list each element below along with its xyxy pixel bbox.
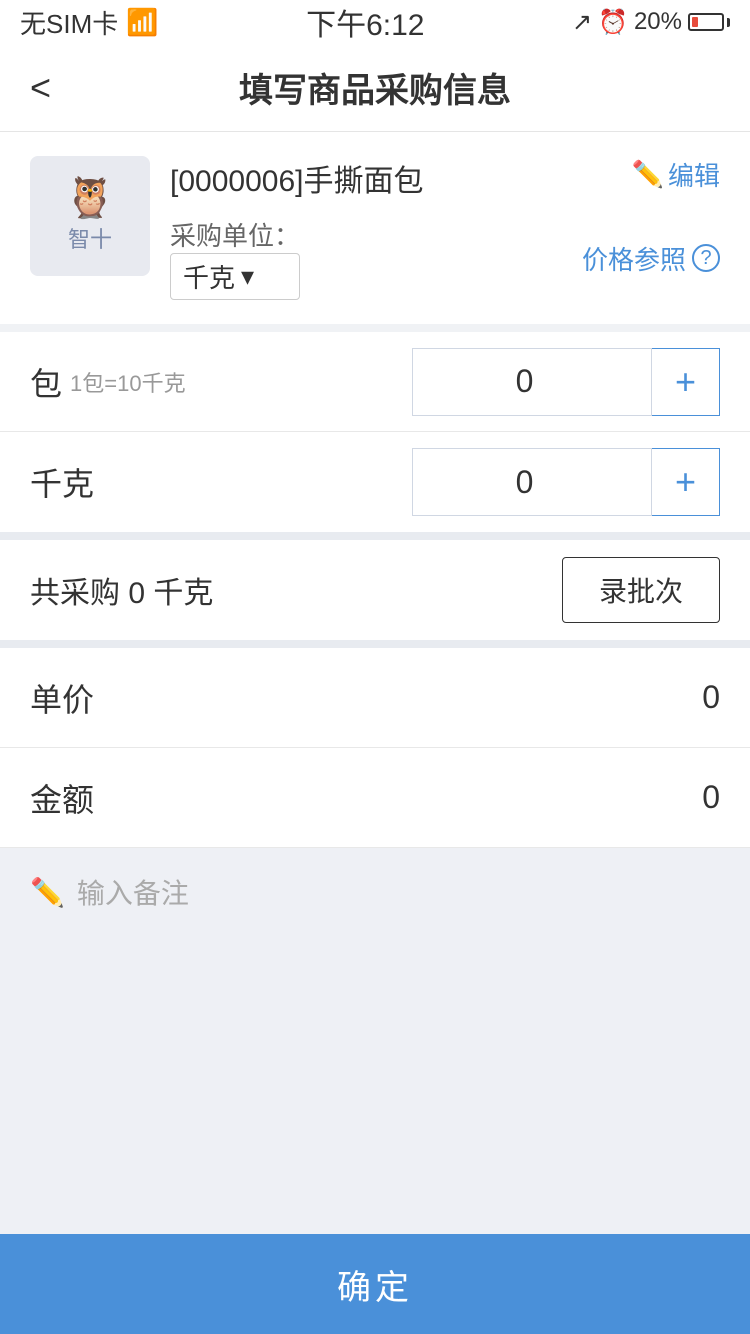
content-body (0, 936, 750, 1256)
status-time: 下午6:12 (306, 0, 424, 44)
edit-button[interactable]: ✏️ 编辑 (632, 156, 720, 193)
bag-sub-label: 1包=10千克 (70, 366, 186, 398)
confirm-button[interactable]: 确定 (0, 1234, 750, 1334)
product-name: [0000006]手撕面包 (170, 156, 632, 200)
unit-select[interactable]: 千克 ▾ (170, 253, 300, 300)
kg-input[interactable] (412, 448, 652, 516)
product-thumb-brand: 智十 (68, 222, 112, 254)
amount-value: 0 (702, 779, 720, 816)
price-value: 0 (702, 679, 720, 716)
detail-section: 单价 0 金额 0 (0, 648, 750, 848)
wifi-icon: 📶 (126, 7, 158, 38)
product-thumb-owl-icon: 🦉 (65, 178, 115, 218)
bag-plus-button[interactable]: + (652, 348, 720, 416)
status-left: 无SIM卡 📶 (20, 4, 159, 41)
summary-section: 共采购 0 千克 录批次 (0, 532, 750, 648)
unit-value: 千克 (183, 258, 235, 295)
product-info: [0000006]手撕面包 ✏️ 编辑 采购单位： 千克 ▾ 价格参照 ? (170, 156, 720, 300)
nav-bar: < 填写商品采购信息 (0, 44, 750, 132)
page-title: 填写商品采购信息 (239, 63, 511, 112)
edit-icon: ✏️ (632, 159, 664, 190)
product-thumbnail: 🦉 智十 (30, 156, 150, 276)
product-name-row: [0000006]手撕面包 ✏️ 编辑 (170, 156, 720, 200)
bag-field-wrap: + (186, 348, 720, 416)
purchase-unit-wrap: 采购单位： 千克 ▾ (170, 216, 300, 300)
battery-icon (688, 13, 730, 31)
status-right: ↗ ⏰ 20% (572, 8, 730, 37)
alarm-icon: ⏰ (598, 8, 628, 37)
summary-text: 共采购 0 千克 (30, 568, 213, 612)
summary-row: 共采购 0 千克 录批次 (0, 540, 750, 640)
price-row: 单价 0 (0, 648, 750, 748)
record-batch-button[interactable]: 录批次 (562, 557, 720, 623)
purchase-unit-label: 采购单位： (170, 221, 300, 251)
price-ref-label: 价格参照 (582, 240, 686, 277)
price-ref-button[interactable]: 价格参照 ? (582, 240, 720, 277)
chevron-down-icon: ▾ (241, 261, 254, 292)
remark-section[interactable]: ✏️ 输入备注 (0, 848, 750, 936)
bag-input[interactable] (412, 348, 652, 416)
kg-label: 千克 (30, 459, 94, 505)
back-button[interactable]: < (30, 57, 61, 119)
edit-label: 编辑 (668, 156, 720, 193)
kg-field-wrap: + (94, 448, 720, 516)
product-card: 🦉 智十 [0000006]手撕面包 ✏️ 编辑 采购单位： 千克 ▾ 价格参照… (0, 132, 750, 332)
location-icon: ↗ (572, 8, 592, 37)
purchase-unit-row: 采购单位： 千克 ▾ 价格参照 ? (170, 216, 720, 300)
price-label: 单价 (30, 675, 94, 721)
status-bar: 无SIM卡 📶 下午6:12 ↗ ⏰ 20% (0, 0, 750, 44)
battery-percent: 20% (634, 8, 682, 36)
remark-placeholder: 输入备注 (77, 872, 189, 912)
carrier-label: 无SIM卡 (20, 4, 118, 41)
amount-label: 金额 (30, 775, 94, 821)
amount-row: 金额 0 (0, 748, 750, 848)
kg-input-row: 千克 + (0, 432, 750, 532)
bag-input-row: 包 1包=10千克 + (0, 332, 750, 432)
bag-label: 包 (30, 359, 62, 405)
input-section: 包 1包=10千克 + 千克 + (0, 332, 750, 532)
kg-plus-button[interactable]: + (652, 448, 720, 516)
pencil-icon: ✏️ (30, 876, 65, 909)
help-icon: ? (692, 244, 720, 272)
